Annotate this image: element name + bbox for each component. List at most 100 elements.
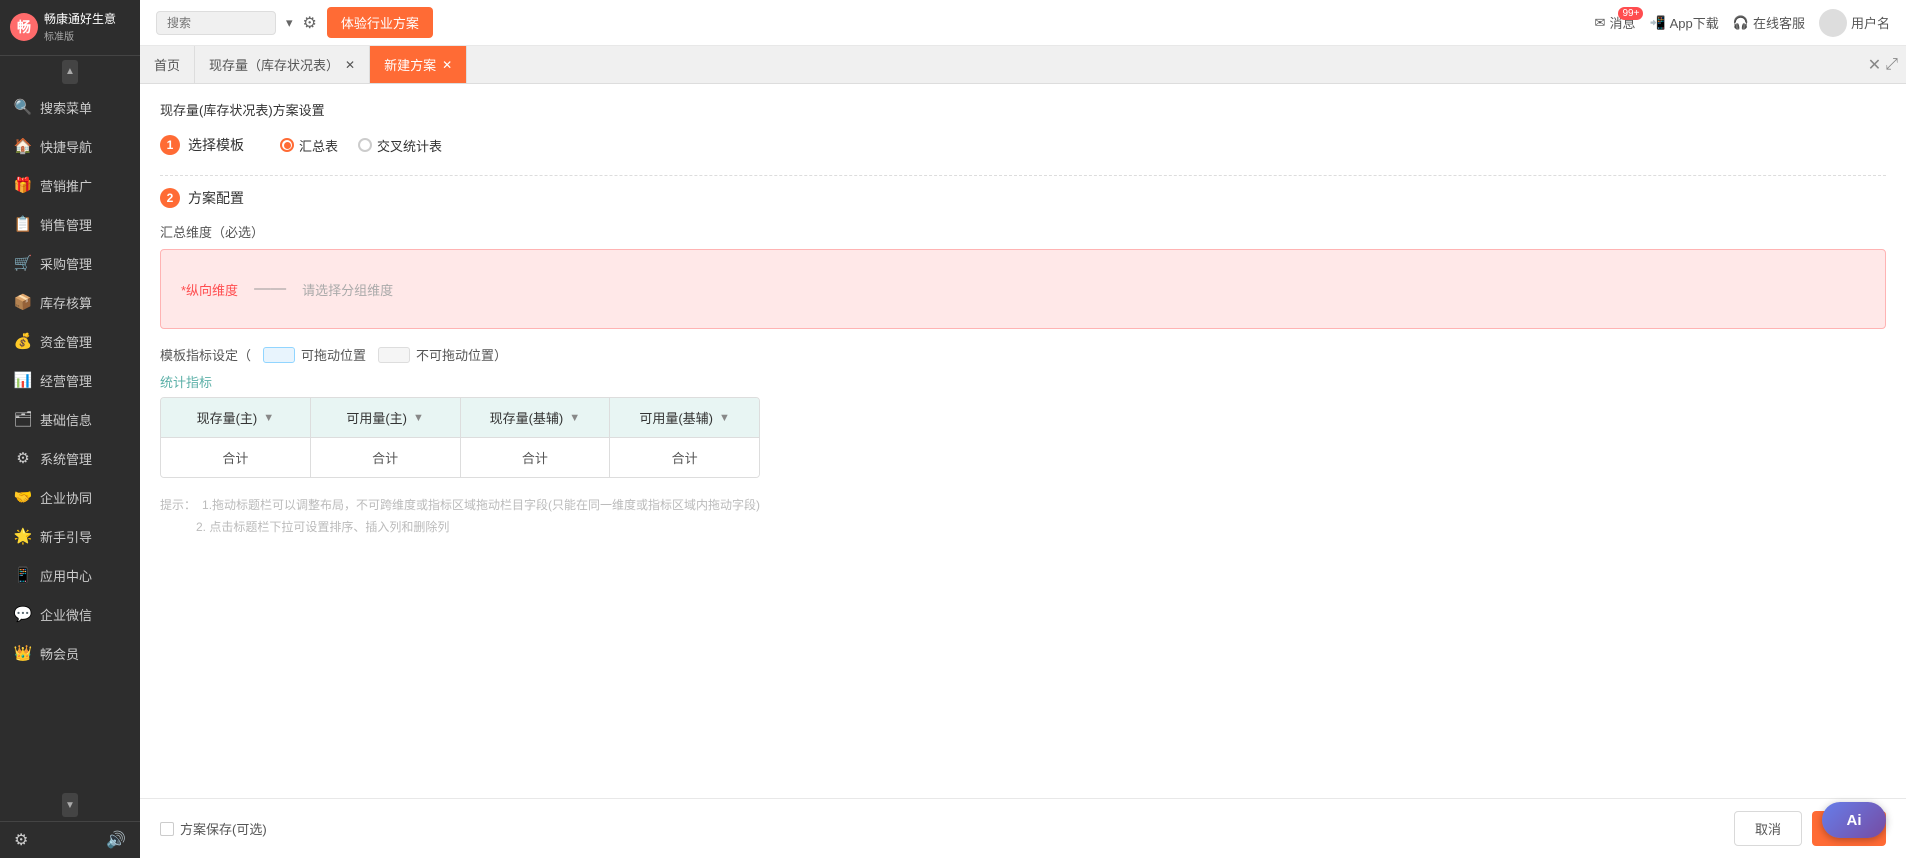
user-menu[interactable]: 用户名 xyxy=(1819,9,1890,37)
sidebar-nav: 🔍 搜索菜单 🏠 快捷导航 🎁 营销推广 📋 销售管理 🛒 采购管理 📦 库存核… xyxy=(0,88,140,789)
ai-button[interactable]: Ai xyxy=(1822,802,1886,838)
tab-new-plan-close[interactable]: ✕ xyxy=(442,58,452,72)
sidebar-item-search[interactable]: 🔍 搜索菜单 xyxy=(0,88,140,127)
sidebar-item-label: 经营管理 xyxy=(40,371,92,390)
gear-button[interactable]: ⚙ xyxy=(303,13,317,33)
online-support-label: 在线客服 xyxy=(1753,13,1805,32)
sidebar-item-wechat[interactable]: 💬 企业微信 xyxy=(0,595,140,634)
stats-col-0: 现存量(主) ▼ xyxy=(161,398,311,438)
sidebar-item-system[interactable]: ⚙ 系统管理 xyxy=(0,439,140,478)
topbar-right: ✉ 消息 99+ 📲 App下载 🎧 在线客服 用户名 xyxy=(1595,9,1890,37)
basic-icon: 🗂 xyxy=(14,410,32,428)
stats-col-3-header[interactable]: 可用量(基辅) ▼ xyxy=(610,398,759,438)
stats-body-col-0-value: 合计 xyxy=(161,438,310,477)
online-support-button[interactable]: 🎧 在线客服 xyxy=(1733,13,1805,32)
sidebar-item-sales[interactable]: 📋 销售管理 xyxy=(0,205,140,244)
sidebar-item-member[interactable]: 👑 畅会员 xyxy=(0,634,140,673)
avatar xyxy=(1819,9,1847,37)
section2-num: 2 xyxy=(160,188,180,208)
chevron-down-icon-0: ▼ xyxy=(263,412,274,424)
hint-line-label: 提示： 1.拖动标题栏可以调整布局，不可跨维度或指标区域拖动栏目字段(只能在同一… xyxy=(160,495,1886,517)
radio-summary-label: 汇总表 xyxy=(299,136,338,155)
dimension-placeholder: 请选择分组维度 xyxy=(302,280,393,299)
stats-col-2-header[interactable]: 现存量(基辅) ▼ xyxy=(461,398,610,438)
save-option[interactable]: 方案保存(可选) xyxy=(160,819,267,838)
inventory-icon: 📦 xyxy=(14,293,32,311)
sidebar-item-app[interactable]: 📱 应用中心 xyxy=(0,556,140,595)
app-download-label: App下载 xyxy=(1670,13,1719,32)
stats-col-3-label: 可用量(基辅) xyxy=(639,408,713,427)
message-button[interactable]: ✉ 消息 99+ xyxy=(1595,13,1636,32)
panel-expand-button[interactable]: ⤢ xyxy=(1885,56,1898,74)
stats-body-col-3: 合计 xyxy=(610,438,759,477)
tab-new-plan[interactable]: 新建方案 ✕ xyxy=(370,46,467,83)
stats-table: 现存量(主) ▼ 可用量(主) ▼ 现存量(基辅) ▼ xyxy=(160,397,760,478)
radio-crosstab[interactable]: 交叉统计表 xyxy=(358,136,442,155)
fixed-legend-label: 不可拖动位置） xyxy=(416,345,507,364)
trial-button[interactable]: 体验行业方案 xyxy=(327,7,433,38)
agreement-icon: 🤝 xyxy=(14,488,32,506)
hint-2: 2. 点击标题栏下拉可设置排序、插入列和删除列 xyxy=(196,517,449,539)
sidebar-item-guide[interactable]: 🌟 新手引导 xyxy=(0,517,140,556)
dimension-arrow: —— xyxy=(254,280,286,298)
hints-area: 提示： 1.拖动标题栏可以调整布局，不可跨维度或指标区域拖动栏目字段(只能在同一… xyxy=(160,495,1886,538)
sidebar-item-label: 销售管理 xyxy=(40,215,92,234)
sidebar-item-purchase[interactable]: 🛒 采购管理 xyxy=(0,244,140,283)
sidebar-item-label: 新手引导 xyxy=(40,527,92,546)
stats-col-1: 可用量(主) ▼ xyxy=(311,398,461,438)
sidebar-item-marketing[interactable]: 🎁 营销推广 xyxy=(0,166,140,205)
content-area: 现存量(库存状况表)方案设置 1 选择模板 汇总表 交叉统计表 xyxy=(140,84,1906,798)
sidebar-item-inventory[interactable]: 📦 库存核算 xyxy=(0,283,140,322)
movable-legend-label: 可拖动位置 xyxy=(301,345,366,364)
operation-icon: 📊 xyxy=(14,371,32,389)
stats-col-1-header[interactable]: 可用量(主) ▼ xyxy=(311,398,460,438)
stats-col-3: 可用量(基辅) ▼ xyxy=(610,398,759,438)
purchase-icon: 🛒 xyxy=(14,254,32,272)
section-config: 2 方案配置 汇总维度（必选） *纵向维度 —— 请选择分组维度 模板指标设定（… xyxy=(160,188,1886,538)
section-template: 1 选择模板 汇总表 交叉统计表 xyxy=(160,135,1886,155)
tab-inventory-close[interactable]: ✕ xyxy=(345,58,355,72)
summary-dimension-label: 汇总维度（必选） xyxy=(160,222,1886,241)
indicators-label: 模板指标设定（ xyxy=(160,345,251,364)
sidebar-item-label: 采购管理 xyxy=(40,254,92,273)
stats-col-2: 现存量(基辅) ▼ xyxy=(461,398,611,438)
radio-summary[interactable]: 汇总表 xyxy=(280,136,338,155)
member-icon: 👑 xyxy=(14,644,32,662)
sidebar-item-operation[interactable]: 📊 经营管理 xyxy=(0,361,140,400)
sidebar-bottom: ⚙ 🔊 xyxy=(0,821,140,858)
tab-inventory[interactable]: 现存量（库存状况表） ✕ xyxy=(195,46,370,83)
sidebar-item-agreement[interactable]: 🤝 企业协同 xyxy=(0,478,140,517)
search-icon: 🔍 xyxy=(14,98,32,116)
sidebar-scroll-down[interactable]: ▼ xyxy=(62,793,78,817)
chevron-down-icon-2: ▼ xyxy=(569,412,580,424)
stats-body-col-2-value: 合计 xyxy=(461,438,610,477)
cancel-button[interactable]: 取消 xyxy=(1734,811,1802,846)
system-icon: ⚙ xyxy=(14,449,32,467)
wechat-icon: 💬 xyxy=(14,605,32,623)
radio-crosstab-label: 交叉统计表 xyxy=(377,136,442,155)
sidebar-item-label: 快捷导航 xyxy=(40,137,92,156)
stats-col-0-header[interactable]: 现存量(主) ▼ xyxy=(161,398,310,438)
sidebar-scroll-up[interactable]: ▲ xyxy=(62,60,78,84)
panel-close-button[interactable]: ✕ xyxy=(1868,55,1881,75)
tab-home[interactable]: 首页 xyxy=(140,46,195,83)
sidebar-item-shortcut[interactable]: 🏠 快捷导航 xyxy=(0,127,140,166)
app-download-button[interactable]: 📲 App下载 xyxy=(1649,13,1718,32)
sidebar-item-label: 资金管理 xyxy=(40,332,92,351)
settings-icon[interactable]: ⚙ xyxy=(14,830,28,850)
save-checkbox[interactable] xyxy=(160,822,174,836)
page-title: 现存量(库存状况表)方案设置 xyxy=(160,100,1886,119)
logo-icon: 畅 xyxy=(10,13,38,41)
stats-body-col-3-value: 合计 xyxy=(610,438,759,477)
sidebar-item-basic[interactable]: 🗂 基础信息 xyxy=(0,400,140,439)
sidebar-item-label: 系统管理 xyxy=(40,449,92,468)
speaker-icon[interactable]: 🔊 xyxy=(106,830,126,850)
sidebar-item-finance[interactable]: 💰 资金管理 xyxy=(0,322,140,361)
sales-icon: 📋 xyxy=(14,215,32,233)
stats-section-label: 统计指标 xyxy=(160,372,1886,391)
search-input[interactable] xyxy=(156,11,276,35)
message-badge: 99+ xyxy=(1618,7,1643,20)
stats-col-0-label: 现存量(主) xyxy=(197,408,258,427)
sidebar-item-label: 搜索菜单 xyxy=(40,98,92,117)
dropdown-button[interactable]: ▾ xyxy=(286,15,293,31)
